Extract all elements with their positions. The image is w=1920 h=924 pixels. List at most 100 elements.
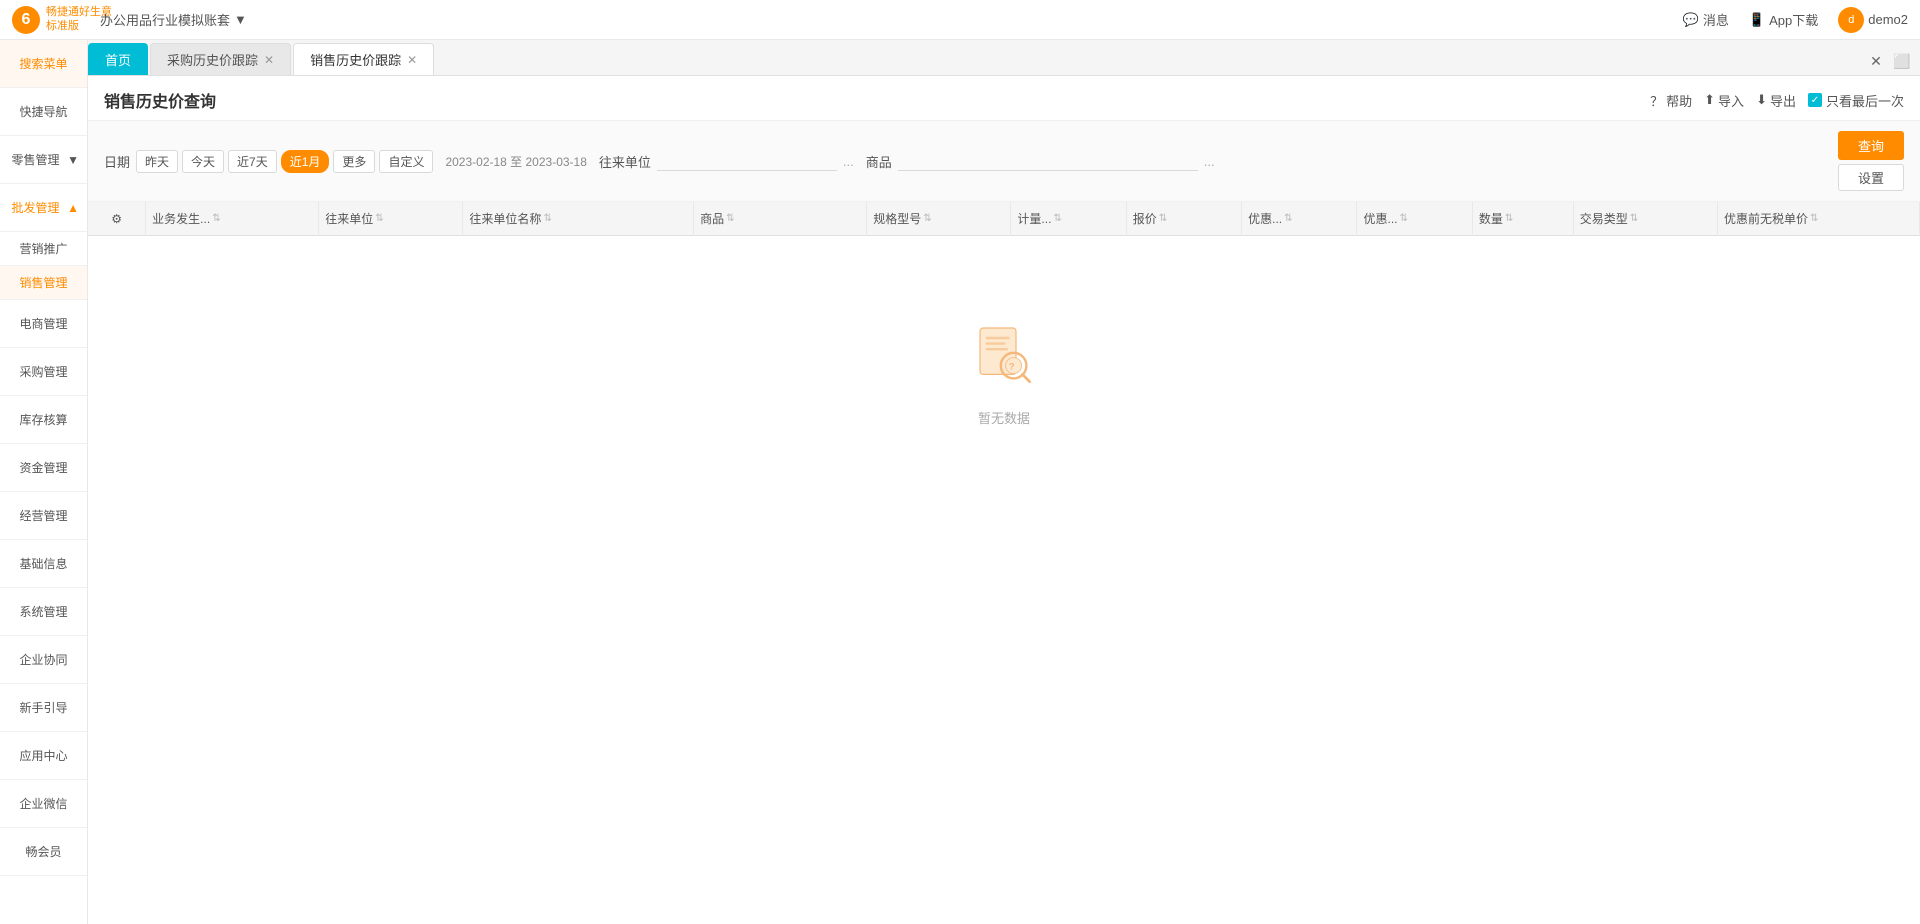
account-dropdown[interactable]: 办公用品行业模拟账套 ▼ [100, 10, 1683, 29]
sort-icon: ⇅ [923, 213, 931, 224]
sidebar-item-basic[interactable]: 基础信息 [0, 540, 87, 588]
counterparty-input[interactable] [657, 151, 837, 171]
tab-close-icon[interactable]: ✕ [264, 54, 274, 66]
import-icon: ⬆ [1704, 92, 1715, 108]
date-range-group: 2023-02-18 至 2023-03-18 [445, 153, 586, 170]
sidebar-item-vip[interactable]: 畅会员 [0, 828, 87, 876]
sidebar-item-label: 企业微信 [19, 795, 67, 812]
col-price[interactable]: 报价 ⇅ [1126, 202, 1241, 236]
date-btn-7days[interactable]: 近7天 [228, 150, 277, 173]
gear-icon[interactable]: ⚙ [111, 212, 122, 226]
arrow-icon: ▲ [67, 201, 79, 215]
col-unit[interactable]: 计量... ⇅ [1011, 202, 1126, 236]
date-btn-custom[interactable]: 自定义 [379, 150, 433, 173]
sidebar-item-label: 企业协同 [19, 651, 67, 668]
sidebar-item-ecommerce[interactable]: 电商管理 [0, 300, 87, 348]
col-biz-date[interactable]: 业务发生... ⇅ [146, 202, 319, 236]
date-btn-today[interactable]: 今天 [182, 150, 224, 173]
sort-icon: ⇅ [1630, 213, 1638, 224]
svg-text:?: ? [1009, 362, 1015, 373]
table-container: ⚙ 业务发生... ⇅ 往来单位 [88, 202, 1920, 507]
date-range-display: 2023-02-18 至 2023-03-18 [445, 153, 586, 170]
page-header-actions: ？ 帮助 ⬆ 导入 ⬇ 导出 ✓ 只看最后一次 [1650, 91, 1904, 110]
sidebar-item-wholesale[interactable]: 批发管理 ▲ [0, 184, 87, 232]
page-title: 销售历史价查询 [104, 88, 216, 112]
col-gear[interactable]: ⚙ [88, 202, 146, 236]
help-button[interactable]: ？ 帮助 [1650, 91, 1692, 110]
sort-icon: ⇅ [1810, 213, 1818, 224]
col-counterparty-name[interactable]: 往来单位名称 ⇅ [463, 202, 694, 236]
col-counterparty-code[interactable]: 往来单位 ⇅ [319, 202, 463, 236]
col-spec[interactable]: 规格型号 ⇅ [867, 202, 1011, 236]
sidebar-item-appstore[interactable]: 应用中心 [0, 732, 87, 780]
sort-icon: ⇅ [726, 213, 734, 224]
sidebar-item-label: 快捷导航 [19, 103, 67, 120]
sidebar-item-operation[interactable]: 经营管理 [0, 492, 87, 540]
sidebar-item-retail[interactable]: 零售管理 ▼ [0, 136, 87, 184]
col-qty[interactable]: 数量 ⇅ [1472, 202, 1573, 236]
sidebar-item-label: 资金管理 [19, 459, 67, 476]
filter-area: 日期 昨天 今天 近7天 近1月 更多 自定义 2023-02-18 至 202… [88, 121, 1920, 202]
help-icon: ？ [1650, 91, 1663, 110]
counterparty-picker-button[interactable]: ... [843, 154, 854, 169]
tab-bar-actions: ✕ ⬜ [1858, 51, 1920, 75]
sidebar-item-label: 新手引导 [19, 699, 67, 716]
sidebar-item-label: 电商管理 [19, 315, 67, 332]
export-button[interactable]: ⬇ 导出 [1756, 91, 1796, 110]
sort-icon: ⇅ [375, 213, 383, 224]
message-button[interactable]: 💬 消息 [1683, 10, 1729, 29]
sidebar-item-label: 经营管理 [19, 507, 67, 524]
sort-icon: ⇅ [1505, 213, 1513, 224]
tab-purchase-history[interactable]: 采购历史价跟踪 ✕ [150, 43, 291, 75]
col-trade-type[interactable]: 交易类型 ⇅ [1573, 202, 1717, 236]
setting-button[interactable]: 设置 [1838, 164, 1904, 191]
product-input[interactable] [898, 151, 1198, 171]
product-filter-group: 商品 ... [866, 151, 1215, 171]
tab-label: 采购历史价跟踪 [167, 50, 258, 69]
sort-icon: ⇅ [1284, 213, 1292, 224]
date-btn-more[interactable]: 更多 [333, 150, 375, 173]
message-icon: 💬 [1683, 12, 1699, 28]
tab-home[interactable]: 首页 [88, 43, 148, 75]
col-discount1[interactable]: 优惠... ⇅ [1242, 202, 1357, 236]
arrow-icon: ▼ [67, 153, 79, 167]
sidebar-item-purchase[interactable]: 采购管理 [0, 348, 87, 396]
tab-close-icon[interactable]: ✕ [407, 54, 417, 66]
close-window-button[interactable]: ✕ [1866, 51, 1886, 71]
sidebar-item-guide[interactable]: 新手引导 [0, 684, 87, 732]
import-button[interactable]: ⬆ 导入 [1704, 91, 1744, 110]
query-button[interactable]: 查询 [1838, 131, 1904, 160]
sidebar-item-finance[interactable]: 资金管理 [0, 444, 87, 492]
col-pretax-price[interactable]: 优惠前无税单价 ⇅ [1717, 202, 1919, 236]
sidebar-item-wechat[interactable]: 企业微信 [0, 780, 87, 828]
app-download-button[interactable]: 📱 App下载 [1749, 10, 1818, 29]
tab-sales-history[interactable]: 销售历史价跟踪 ✕ [293, 43, 434, 75]
sidebar-item-enterprise[interactable]: 企业协同 [0, 636, 87, 684]
last-only-checkbox[interactable]: ✓ 只看最后一次 [1808, 91, 1904, 110]
counterparty-filter-group: 往来单位 ... [599, 151, 854, 171]
sidebar-item-label: 营销推广 [19, 242, 67, 256]
product-picker-button[interactable]: ... [1204, 154, 1215, 169]
sort-icon: ⇅ [1159, 213, 1167, 224]
sidebar-item-system[interactable]: 系统管理 [0, 588, 87, 636]
maximize-button[interactable]: ⬜ [1892, 51, 1912, 71]
col-product[interactable]: 商品 ⇅ [694, 202, 867, 236]
sidebar-item-sales[interactable]: 销售管理 [0, 266, 87, 300]
filter-row: 日期 昨天 今天 近7天 近1月 更多 自定义 2023-02-18 至 202… [104, 150, 1822, 173]
user-menu[interactable]: d demo2 [1838, 7, 1908, 33]
date-btn-1month[interactable]: 近1月 [281, 150, 330, 173]
tab-label: 销售历史价跟踪 [310, 50, 401, 69]
table-header-row: ⚙ 业务发生... ⇅ 往来单位 [88, 202, 1920, 236]
sidebar-item-marketing[interactable]: 营销推广 [0, 232, 87, 266]
sidebar: 搜索菜单 快捷导航 零售管理 ▼ 批发管理 ▲ 营销推广 销售管理 电商管理 采… [0, 40, 88, 924]
dropdown-icon: ▼ [234, 12, 247, 27]
sidebar-item-shortcut[interactable]: 快捷导航 [0, 88, 87, 136]
col-discount2[interactable]: 优惠... ⇅ [1357, 202, 1472, 236]
sidebar-item-label: 库存核算 [19, 411, 67, 428]
sidebar-item-label: 畅会员 [25, 843, 61, 860]
sidebar-item-search[interactable]: 搜索菜单 [0, 40, 87, 88]
sidebar-item-inventory[interactable]: 库存核算 [0, 396, 87, 444]
sidebar-item-label: 应用中心 [19, 747, 67, 764]
main-layout: 搜索菜单 快捷导航 零售管理 ▼ 批发管理 ▲ 营销推广 销售管理 电商管理 采… [0, 40, 1920, 924]
date-btn-yesterday[interactable]: 昨天 [136, 150, 178, 173]
